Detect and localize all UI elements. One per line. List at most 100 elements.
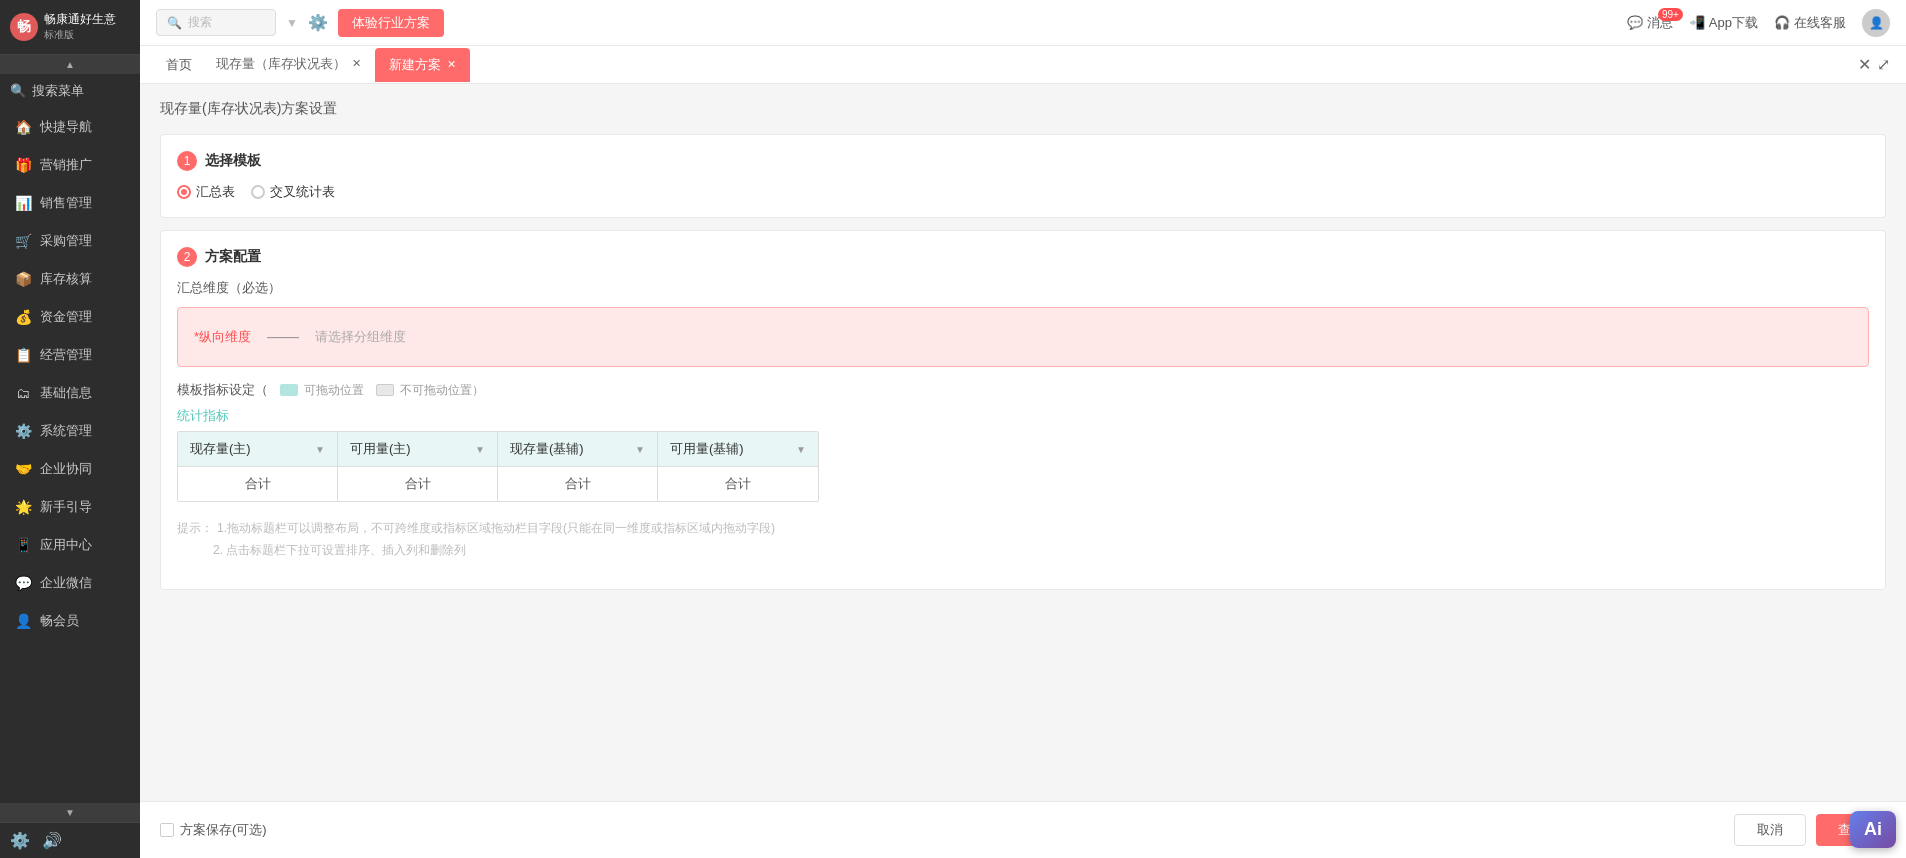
sidebar-item-inventory[interactable]: 📦 库存核算 — [0, 260, 140, 298]
sidebar-item-wechat[interactable]: 💬 企业微信 — [0, 564, 140, 602]
chevron-down-icon-1: ▼ — [475, 444, 485, 455]
stat-col-header-2[interactable]: 现存量(基辅) ▼ — [498, 432, 657, 467]
step2-card: 2 方案配置 汇总维度（必选） *纵向维度 —— 请选择分组维度 模板指标设定（… — [160, 230, 1886, 590]
money-icon: 💰 — [14, 308, 32, 326]
sidebar-item-quick-nav[interactable]: 🏠 快捷导航 — [0, 108, 140, 146]
sidebar-scroll-up[interactable]: ▲ — [0, 55, 140, 74]
chevron-down-icon-0: ▼ — [315, 444, 325, 455]
sidebar-item-label: 系统管理 — [40, 422, 92, 440]
messages-badge: 99+ — [1658, 8, 1683, 21]
gift-icon: 🎁 — [14, 156, 32, 174]
stat-col-cell-2: 合计 — [498, 467, 657, 501]
stat-col-header-3[interactable]: 可用量(基辅) ▼ — [658, 432, 818, 467]
trial-btn[interactable]: 体验行业方案 — [338, 9, 444, 37]
bottom-bar: 方案保存(可选) 取消 查询 — [140, 801, 1906, 858]
sidebar-item-label: 资金管理 — [40, 308, 92, 326]
tab-new-scheme-close[interactable]: ✕ — [447, 58, 456, 71]
step1-label: 1 选择模板 — [177, 151, 1869, 171]
dimension-section: 汇总维度（必选） *纵向维度 —— 请选择分组维度 — [177, 279, 1869, 367]
sidebar-item-sales[interactable]: 📊 销售管理 — [0, 184, 140, 222]
stat-col-header-0[interactable]: 现存量(主) ▼ — [178, 432, 337, 467]
stat-col-cell-1: 合计 — [338, 467, 497, 501]
sidebar-item-member[interactable]: 👤 畅会员 — [0, 602, 140, 640]
online-service-btn[interactable]: 🎧 在线客服 — [1774, 14, 1846, 32]
logo-icon: 畅 — [10, 13, 38, 41]
tab-new-scheme-label: 新建方案 — [389, 56, 441, 74]
stat-col-header-label-2: 现存量(基辅) — [510, 440, 584, 458]
sidebar-item-label: 销售管理 — [40, 194, 92, 212]
save-checkbox[interactable] — [160, 823, 174, 837]
sidebar-item-label: 企业协同 — [40, 460, 92, 478]
step1-title: 选择模板 — [205, 152, 261, 170]
sidebar-item-label: 应用中心 — [40, 536, 92, 554]
panel-close-btn[interactable]: ✕ — [1858, 55, 1871, 74]
stat-col-cell-0: 合计 — [178, 467, 337, 501]
topbar-right: 💬 消息 99+ 📲 App下载 🎧 在线客服 👤 — [1627, 9, 1890, 37]
sidebar-item-app-center[interactable]: 📱 应用中心 — [0, 526, 140, 564]
sidebar-item-label: 基础信息 — [40, 384, 92, 402]
sidebar-item-label: 库存核算 — [40, 270, 92, 288]
download-icon: 📲 — [1689, 15, 1705, 30]
sidebar-item-operations[interactable]: 📋 经营管理 — [0, 336, 140, 374]
sidebar-scroll-down[interactable]: ▼ — [0, 803, 140, 822]
stat-col-2: 现存量(基辅) ▼ 合计 — [498, 432, 658, 501]
sidebar-item-basic-info[interactable]: 🗂 基础信息 — [0, 374, 140, 412]
dimension-arrow-icon: —— — [267, 328, 299, 346]
panel-expand-btn[interactable]: ⤢ — [1877, 55, 1890, 74]
nodrag-legend-label: 不可拖动位置） — [400, 382, 484, 399]
sidebar-search-label: 搜索菜单 — [32, 82, 84, 100]
settings-footer-icon[interactable]: ⚙️ — [10, 831, 30, 850]
tab-home[interactable]: 首页 — [156, 48, 202, 82]
radio-summary[interactable]: 汇总表 — [177, 183, 235, 201]
sidebar-item-label: 快捷导航 — [40, 118, 92, 136]
sidebar-item-marketing[interactable]: 🎁 营销推广 — [0, 146, 140, 184]
radio-cross-label: 交叉统计表 — [270, 183, 335, 201]
sidebar-item-new-guide[interactable]: 🌟 新手引导 — [0, 488, 140, 526]
search-placeholder: 搜索 — [188, 14, 212, 31]
app-download-btn[interactable]: 📲 App下载 — [1689, 14, 1758, 32]
tip-line-1: 提示： 1.拖动标题栏可以调整布局，不可跨维度或指标区域拖动栏目字段(只能在同一… — [177, 518, 1869, 540]
sidebar-item-purchase[interactable]: 🛒 采购管理 — [0, 222, 140, 260]
step2-label: 2 方案配置 — [177, 247, 1869, 267]
sidebar-item-label: 营销推广 — [40, 156, 92, 174]
sidebar-search[interactable]: 🔍 搜索菜单 — [0, 74, 140, 108]
sidebar-item-label: 经营管理 — [40, 346, 92, 364]
chart-icon: 📊 — [14, 194, 32, 212]
tab-inventory[interactable]: 现存量（库存状况表） ✕ — [202, 47, 375, 83]
stat-col-header-1[interactable]: 可用量(主) ▼ — [338, 432, 497, 467]
drag-legend-box — [280, 384, 298, 396]
radio-summary-dot — [177, 185, 191, 199]
speaker-icon[interactable]: 🔊 — [42, 831, 62, 850]
sidebar-item-finance[interactable]: 💰 资金管理 — [0, 298, 140, 336]
tab-inventory-close[interactable]: ✕ — [352, 57, 361, 70]
tabs-bar: 首页 现存量（库存状况表） ✕ 新建方案 ✕ ✕ ⤢ — [140, 46, 1906, 84]
step2-title: 方案配置 — [205, 248, 261, 266]
radio-cross-dot — [251, 185, 265, 199]
dimension-area[interactable]: *纵向维度 —— 请选择分组维度 — [177, 307, 1869, 367]
drag-legend-label: 可拖动位置 — [304, 382, 364, 399]
ai-badge[interactable]: Ai — [1850, 811, 1896, 848]
sidebar: 畅 畅康通好生意 标准版 ▲ 🔍 搜索菜单 🏠 快捷导航 🎁 营销推广 📊 销售… — [0, 0, 140, 858]
tab-new-scheme[interactable]: 新建方案 ✕ — [375, 48, 470, 82]
messages-btn[interactable]: 💬 消息 99+ — [1627, 14, 1673, 32]
topbar-search-box[interactable]: 🔍 搜索 — [156, 9, 276, 36]
user-avatar[interactable]: 👤 — [1862, 9, 1890, 37]
sidebar-item-label: 采购管理 — [40, 232, 92, 250]
topbar-dropdown[interactable]: ▼ — [286, 16, 298, 30]
indicator-label-text: 模板指标设定（ — [177, 381, 268, 399]
box-icon: 📦 — [14, 270, 32, 288]
stat-col-header-label-0: 现存量(主) — [190, 440, 251, 458]
sidebar-item-cooperation[interactable]: 🤝 企业协同 — [0, 450, 140, 488]
stat-col-1: 可用量(主) ▼ 合计 — [338, 432, 498, 501]
mobile-icon: 📱 — [14, 536, 32, 554]
legend-drag: 可拖动位置 — [280, 382, 364, 399]
app-name: 畅康通好生意 — [44, 12, 116, 28]
sidebar-item-system[interactable]: ⚙️ 系统管理 — [0, 412, 140, 450]
chevron-down-icon-2: ▼ — [635, 444, 645, 455]
app-download-label: App下载 — [1709, 14, 1758, 32]
topbar: 🔍 搜索 ▼ ⚙️ 体验行业方案 💬 消息 99+ 📲 App下载 🎧 在线客服 — [140, 0, 1906, 46]
radio-cross[interactable]: 交叉统计表 — [251, 183, 335, 201]
topbar-gear-icon[interactable]: ⚙️ — [308, 13, 328, 32]
indicator-label: 模板指标设定（ 可拖动位置 不可拖动位置） — [177, 381, 1869, 399]
cancel-button[interactable]: 取消 — [1734, 814, 1806, 846]
